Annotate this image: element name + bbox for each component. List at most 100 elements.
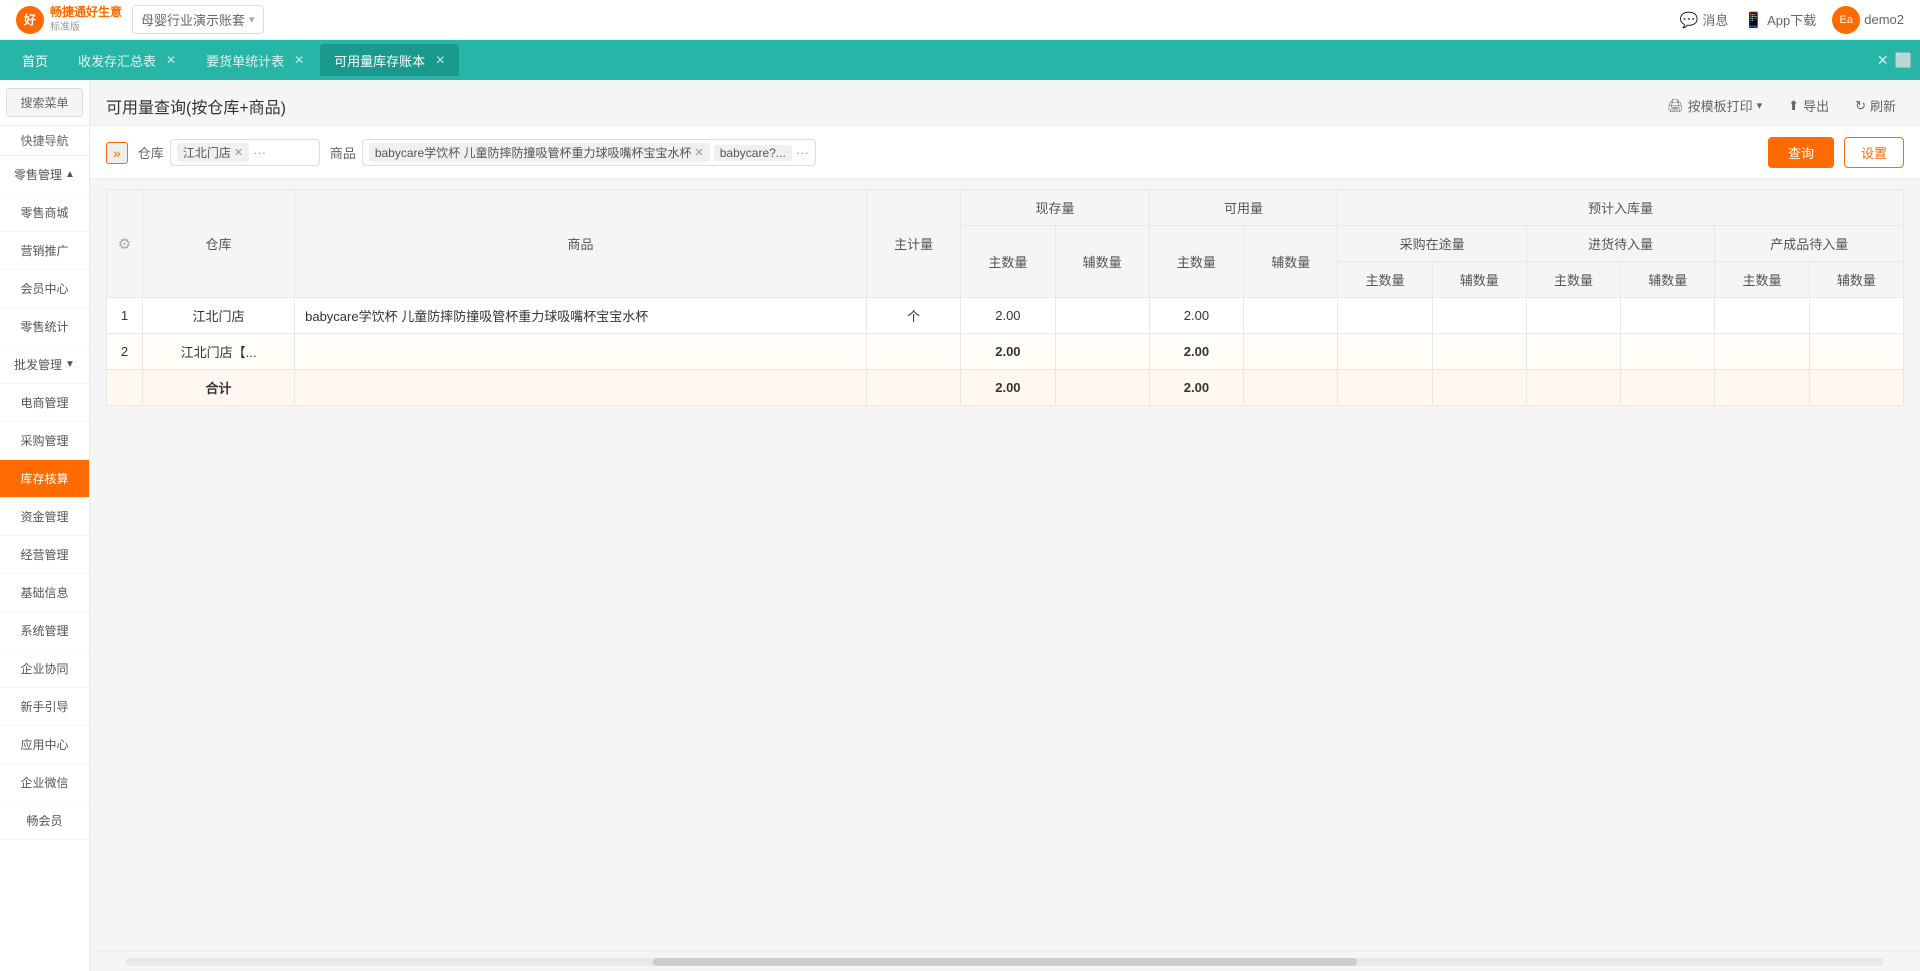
sidebar-item-retail-stats[interactable]: 零售统计 bbox=[0, 308, 89, 346]
sum-purchase-aux bbox=[1432, 370, 1526, 406]
incoming-main-header: 主数量 bbox=[1526, 262, 1620, 298]
filter-area: » 仓库 江北门店 ✕ ··· 商品 babycare学饮杯 儿童防摔防撞吸管杯… bbox=[90, 127, 1920, 179]
warehouse-filter-tags[interactable]: 江北门店 ✕ ··· bbox=[170, 139, 320, 166]
user-profile-btn[interactable]: Ea demo2 bbox=[1832, 6, 1904, 34]
sidebar-item-operations-mgmt[interactable]: 经营管理 bbox=[0, 536, 89, 574]
row-unit-1: 个 bbox=[867, 298, 961, 334]
product-col-header: 商品 bbox=[295, 190, 867, 298]
tab-order-stats[interactable]: 要货单统计表 ✕ bbox=[192, 44, 318, 76]
row-stock-aux-1 bbox=[1055, 298, 1149, 334]
sum-available-aux bbox=[1244, 370, 1338, 406]
sidebar-item-inventory-check[interactable]: 库存核算 bbox=[0, 460, 89, 498]
app-download-btn[interactable]: 📱 App下载 bbox=[1744, 10, 1816, 29]
tab-order-stats-close[interactable]: ✕ bbox=[294, 53, 304, 67]
sum-stock-main: 2.00 bbox=[961, 370, 1055, 406]
query-btn[interactable]: 查询 bbox=[1768, 137, 1834, 168]
industry-label: 母婴行业演示账套 bbox=[141, 10, 245, 29]
tab-receive-send-close[interactable]: ✕ bbox=[166, 53, 176, 67]
industry-selector[interactable]: 母婴行业演示账套 ▾ bbox=[132, 5, 264, 34]
row-product-1: babycare学饮杯 儿童防摔防撞吸管杯重力球吸嘴杯宝宝水杯 bbox=[295, 298, 867, 334]
product-filter-label: 商品 bbox=[330, 143, 356, 162]
refresh-label: 刷新 bbox=[1870, 96, 1896, 115]
warehouse-filter-group: 仓库 江北门店 ✕ ··· bbox=[138, 139, 320, 166]
horizontal-scrollbar[interactable] bbox=[126, 958, 1884, 966]
sum-incoming-main bbox=[1526, 370, 1620, 406]
warehouse-filter-more[interactable]: ··· bbox=[253, 145, 266, 160]
sidebar-item-retail-stats-label: 零售统计 bbox=[20, 318, 68, 335]
message-btn[interactable]: 💬 消息 bbox=[1680, 10, 1729, 29]
sum-stock-aux bbox=[1055, 370, 1149, 406]
product-filter-tags[interactable]: babycare学饮杯 儿童防摔防撞吸管杯重力球吸嘴杯宝宝水杯 ✕ babyca… bbox=[362, 139, 816, 166]
sidebar-item-enterprise-wechat[interactable]: 企业微信 bbox=[0, 764, 89, 802]
window-maximize-btn[interactable]: ⬜ bbox=[1895, 52, 1912, 69]
window-close-btn[interactable]: ✕ bbox=[1877, 52, 1889, 69]
tab-order-stats-label: 要货单统计表 bbox=[206, 51, 284, 70]
version-tag: 标准版 bbox=[50, 21, 122, 34]
sidebar-item-purchase-mgmt[interactable]: 采购管理 bbox=[0, 422, 89, 460]
tab-home[interactable]: 首页 bbox=[8, 44, 62, 76]
row-warehouse-1: 江北门店 bbox=[143, 298, 295, 334]
sidebar-item-wholesale-mgmt[interactable]: 批发管理 ▼ bbox=[0, 346, 89, 384]
sidebar-item-retail-mall[interactable]: 零售商城 bbox=[0, 194, 89, 232]
table-settings-icon[interactable]: ⚙ bbox=[118, 236, 131, 253]
message-icon: 💬 bbox=[1680, 11, 1699, 29]
warehouse-tag-1-remove[interactable]: ✕ bbox=[234, 146, 243, 159]
incoming-header: 进货待入量 bbox=[1526, 226, 1715, 262]
sidebar-item-new-guide[interactable]: 新手引导 bbox=[0, 688, 89, 726]
page-actions: 🖨 按模板打印 ▾ ⬆ 导出 ↻ 刷新 bbox=[1659, 92, 1904, 119]
row-incoming-aux-2 bbox=[1621, 334, 1715, 370]
sidebar-item-app-center[interactable]: 应用中心 bbox=[0, 726, 89, 764]
sidebar-item-ecommerce-mgmt-label: 电商管理 bbox=[20, 394, 68, 411]
sidebar-item-member-center[interactable]: 会员中心 bbox=[0, 270, 89, 308]
row-index-2: 2 bbox=[107, 334, 143, 370]
product-filter-more[interactable]: ··· bbox=[796, 145, 809, 160]
avatar: Ea bbox=[1832, 6, 1860, 34]
tab-available-stock[interactable]: 可用量库存账本 ✕ bbox=[320, 44, 459, 76]
quick-nav-btn[interactable]: 快捷导航 bbox=[0, 126, 89, 156]
tab-available-stock-close[interactable]: ✕ bbox=[435, 53, 445, 67]
filter-expand-btn[interactable]: » bbox=[106, 142, 128, 164]
sum-available-main: 2.00 bbox=[1149, 370, 1243, 406]
product-tag-1-remove[interactable]: ✕ bbox=[695, 146, 704, 159]
product-tag-2: babycare?... bbox=[714, 145, 792, 161]
export-btn[interactable]: ⬆ 导出 bbox=[1780, 92, 1837, 119]
sidebar-item-member-plus[interactable]: 畅会员 bbox=[0, 802, 89, 840]
settings-btn[interactable]: 设置 bbox=[1844, 137, 1904, 168]
row-stock-main-1: 2.00 bbox=[961, 298, 1055, 334]
retail-mgmt-arrow-icon: ▲ bbox=[65, 169, 75, 180]
row-unit-2 bbox=[867, 334, 961, 370]
message-label: 消息 bbox=[1702, 10, 1728, 29]
warehouse-col-header: 仓库 bbox=[143, 190, 295, 298]
print-template-label: 按模板打印 bbox=[1688, 96, 1753, 115]
sidebar-item-system-mgmt[interactable]: 系统管理 bbox=[0, 612, 89, 650]
search-menu-btn[interactable]: 搜索菜单 bbox=[6, 88, 83, 117]
sidebar-item-enterprise-wechat-label: 企业微信 bbox=[20, 774, 68, 791]
sidebar-item-marketing[interactable]: 营销推广 bbox=[0, 232, 89, 270]
row-purchase-aux-2 bbox=[1432, 334, 1526, 370]
finished-aux-header: 辅数量 bbox=[1809, 262, 1903, 298]
wholesale-mgmt-arrow-icon: ▼ bbox=[65, 359, 75, 370]
row-finished-aux-2 bbox=[1809, 334, 1903, 370]
row-finished-aux-1 bbox=[1809, 298, 1903, 334]
print-template-btn[interactable]: 🖨 按模板打印 ▾ bbox=[1659, 92, 1770, 119]
finished-product-header: 产成品待入量 bbox=[1715, 226, 1904, 262]
sidebar-item-ecommerce-mgmt[interactable]: 电商管理 bbox=[0, 384, 89, 422]
sidebar-item-marketing-label: 营销推广 bbox=[20, 242, 68, 259]
sidebar-search-area: 搜索菜单 bbox=[0, 80, 89, 126]
main-layout: 搜索菜单 快捷导航 零售管理 ▲ 零售商城 营销推广 会员中心 零售统计 批发管… bbox=[0, 80, 1920, 971]
row-purchase-main-1 bbox=[1338, 298, 1432, 334]
sidebar-item-basic-info[interactable]: 基础信息 bbox=[0, 574, 89, 612]
tab-receive-send[interactable]: 收发存汇总表 ✕ bbox=[64, 44, 190, 76]
sum-incoming-aux bbox=[1621, 370, 1715, 406]
sidebar-item-retail-mgmt[interactable]: 零售管理 ▲ bbox=[0, 156, 89, 194]
refresh-btn[interactable]: ↻ 刷新 bbox=[1847, 92, 1904, 119]
sidebar-item-enterprise-collab[interactable]: 企业协同 bbox=[0, 650, 89, 688]
nav-tabs: 首页 收发存汇总表 ✕ 要货单统计表 ✕ 可用量库存账本 ✕ ✕ ⬜ bbox=[0, 40, 1920, 80]
finished-main-header: 主数量 bbox=[1715, 262, 1809, 298]
logo-text: 畅捷通好生意 bbox=[50, 5, 122, 21]
row-finished-main-2 bbox=[1715, 334, 1809, 370]
row-available-main-2: 2.00 bbox=[1149, 334, 1243, 370]
warehouse-filter-label: 仓库 bbox=[138, 143, 164, 162]
planned-inbound-header: 预计入库量 bbox=[1338, 190, 1904, 226]
sidebar-item-finance-mgmt[interactable]: 资金管理 bbox=[0, 498, 89, 536]
